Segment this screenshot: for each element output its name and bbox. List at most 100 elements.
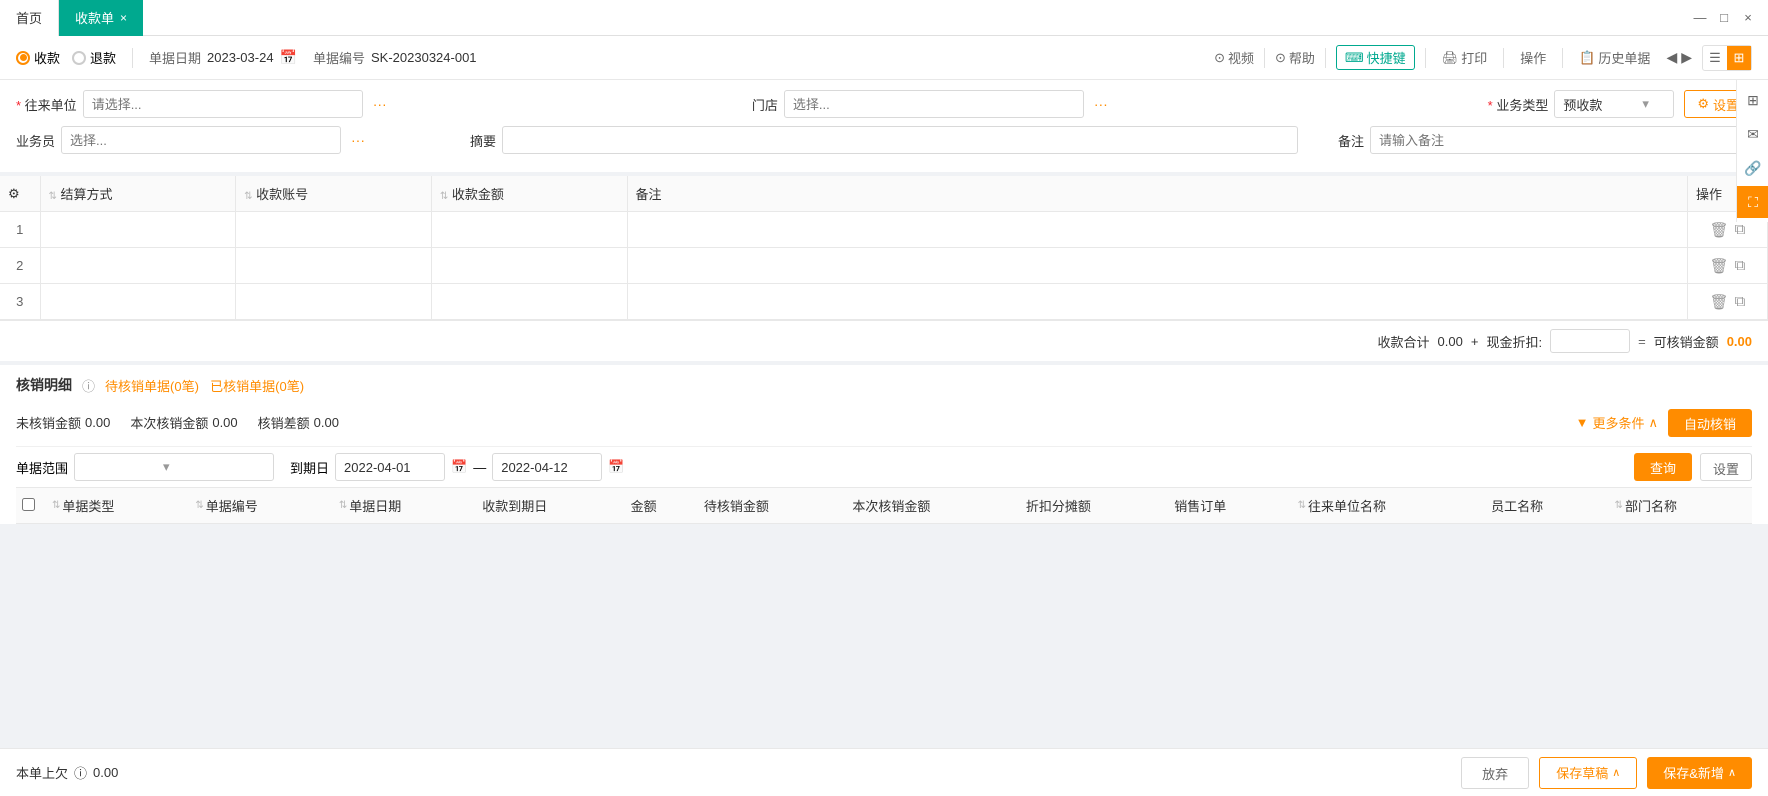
cal-to-icon[interactable]: 📅 [608,459,624,475]
section-title-text: 核销明细 [16,375,72,395]
save-new-button[interactable]: 保存&新增 ∧ [1647,757,1752,789]
side-link-icon[interactable]: 🔗 [1737,152,1768,184]
bottom-info-icon[interactable]: ⓘ [74,763,87,782]
side-panel: ⊞ ✉ 🔗 ⛶ [1736,80,1768,222]
staff-more-icon[interactable]: ··· [347,132,369,148]
store-more-icon[interactable]: ··· [1090,96,1112,112]
save-draft-button[interactable]: 保存草稿 ∧ [1539,757,1637,789]
radio-refund[interactable]: 退款 [72,48,116,67]
row1-account[interactable] [236,212,432,248]
summary-field: 摘要 [470,126,1298,154]
available-label: 可核销金额 [1654,332,1719,351]
filter-icon: ▼ [1576,415,1589,430]
staff-field: 业务员 ··· [16,126,430,154]
prev-arrow[interactable]: ◀ [1666,49,1677,66]
abandon-button[interactable]: 放弃 [1461,757,1529,789]
table-settings-icon[interactable]: ⚙ [8,186,20,201]
window-controls: — □ × [1692,10,1768,26]
th-discount: 折扣分摊额 [1020,488,1168,524]
col-pending-amount: 待核销金额 [704,499,769,514]
th-checkbox[interactable] [16,488,46,524]
date-value: 2023-03-24 [207,50,274,65]
biz-type-select[interactable]: 预收款 [1554,90,1674,118]
tab-home[interactable]: 首页 [0,0,59,36]
range-select[interactable] [74,453,274,481]
row2-amount[interactable] [431,248,627,284]
discount-input[interactable] [1550,329,1630,353]
nav-arrows: ◀ ▶ [1666,49,1692,66]
row2-note[interactable] [627,248,1688,284]
save-new-label: 保存&新增 [1663,763,1724,782]
minimize-button[interactable]: — [1692,10,1708,26]
row3-account[interactable] [236,284,432,320]
row3-copy-icon[interactable]: ⧉ [1735,293,1746,311]
row-num-3: 3 [0,284,40,320]
select-all-checkbox[interactable] [22,498,35,511]
th-partner-name: ⇅ 往来单位名称 [1292,488,1486,524]
side-table-icon[interactable]: ⊞ [1737,84,1768,116]
col-employee: 员工名称 [1491,499,1543,514]
date-range-dash: — [473,460,486,475]
row1-note[interactable] [627,212,1688,248]
col-note-label: 备注 [636,187,662,202]
help-link[interactable]: ⊙ 帮助 [1275,48,1315,67]
calendar-icon[interactable]: 📅 [280,49,297,66]
sub-tabs: 待核销单据(0笔) 已核销单据(0笔) [105,376,304,395]
tab-close-icon[interactable]: × [120,11,127,25]
partner-more-icon[interactable]: ··· [369,96,391,112]
cal-from-icon[interactable]: 📅 [451,459,467,475]
row2-delete-icon[interactable]: 🗑 [1710,257,1729,275]
col-current-amount: 本次核销金额 [852,499,930,514]
date-to-input[interactable] [492,453,602,481]
staff-label: 业务员 [16,131,55,150]
row1-method[interactable] [40,212,236,248]
info-icon[interactable]: ⓘ [82,376,95,395]
divider4 [1425,48,1426,68]
row3-delete-icon[interactable]: 🗑 [1710,293,1729,311]
row1-delete-icon[interactable]: 🗑 [1710,221,1729,239]
side-mail-icon[interactable]: ✉ [1737,118,1768,150]
auto-btn[interactable]: 自动核销 [1668,409,1752,437]
side-screen-icon[interactable]: ⛶ [1737,186,1768,218]
staff-input[interactable] [61,126,341,154]
pending-tab[interactable]: 待核销单据(0笔) [105,376,199,395]
section2-settings-button[interactable]: 设置 [1700,453,1752,481]
row3-method[interactable] [40,284,236,320]
more-filter[interactable]: ▼ 更多条件 ∧ [1576,413,1658,432]
form-view-btn[interactable]: ⊞ [1727,46,1751,70]
next-arrow[interactable]: ▶ [1681,49,1692,66]
summary-input[interactable] [502,126,1298,154]
close-window-button[interactable]: × [1740,10,1756,26]
row2-account[interactable] [236,248,432,284]
row1-amount[interactable] [431,212,627,248]
note-input[interactable] [1370,126,1752,154]
col-amount2: 金额 [631,499,657,514]
divider6 [1562,48,1563,68]
row3-amount[interactable] [431,284,627,320]
tab-current[interactable]: 收款单 × [59,0,143,36]
shortcut-button[interactable]: ⌨ 快捷键 [1336,45,1415,70]
th-settings[interactable]: ⚙ [0,176,40,212]
list-view-btn[interactable]: ☰ [1703,46,1727,70]
partner-input[interactable] [83,90,363,118]
col-actions-label: 操作 [1696,187,1722,202]
date-from-input[interactable] [335,453,445,481]
print-button[interactable]: 🖨 打印 [1436,46,1494,69]
store-input[interactable] [784,90,1084,118]
row1-copy-icon[interactable]: ⧉ [1735,221,1746,239]
row2-method[interactable] [40,248,236,284]
discount-label: 现金折扣: [1486,332,1542,351]
maximize-button[interactable]: □ [1716,10,1732,26]
video-link[interactable]: ⊙ 视频 [1214,48,1254,67]
done-tab[interactable]: 已核销单据(0笔) [210,376,304,395]
sum-row: 收款合计 0.00 + 现金折扣: = 可核销金额 0.00 [0,320,1768,361]
query-button[interactable]: 查询 [1634,453,1692,481]
form-area: 往来单位 ··· 门店 ··· 业务类型 预收款 ⚙ 设置 业务员 ··· [0,80,1768,176]
history-button[interactable]: 📋 历史单据 [1573,46,1656,69]
unchecked-label: 未核销金额 [16,413,81,432]
ops-button[interactable]: 操作 [1514,46,1552,69]
row2-copy-icon[interactable]: ⧉ [1735,257,1746,275]
th-receipt-due: 收款到期日 [476,488,624,524]
row3-note[interactable] [627,284,1688,320]
radio-receipt[interactable]: 收款 [16,48,60,67]
